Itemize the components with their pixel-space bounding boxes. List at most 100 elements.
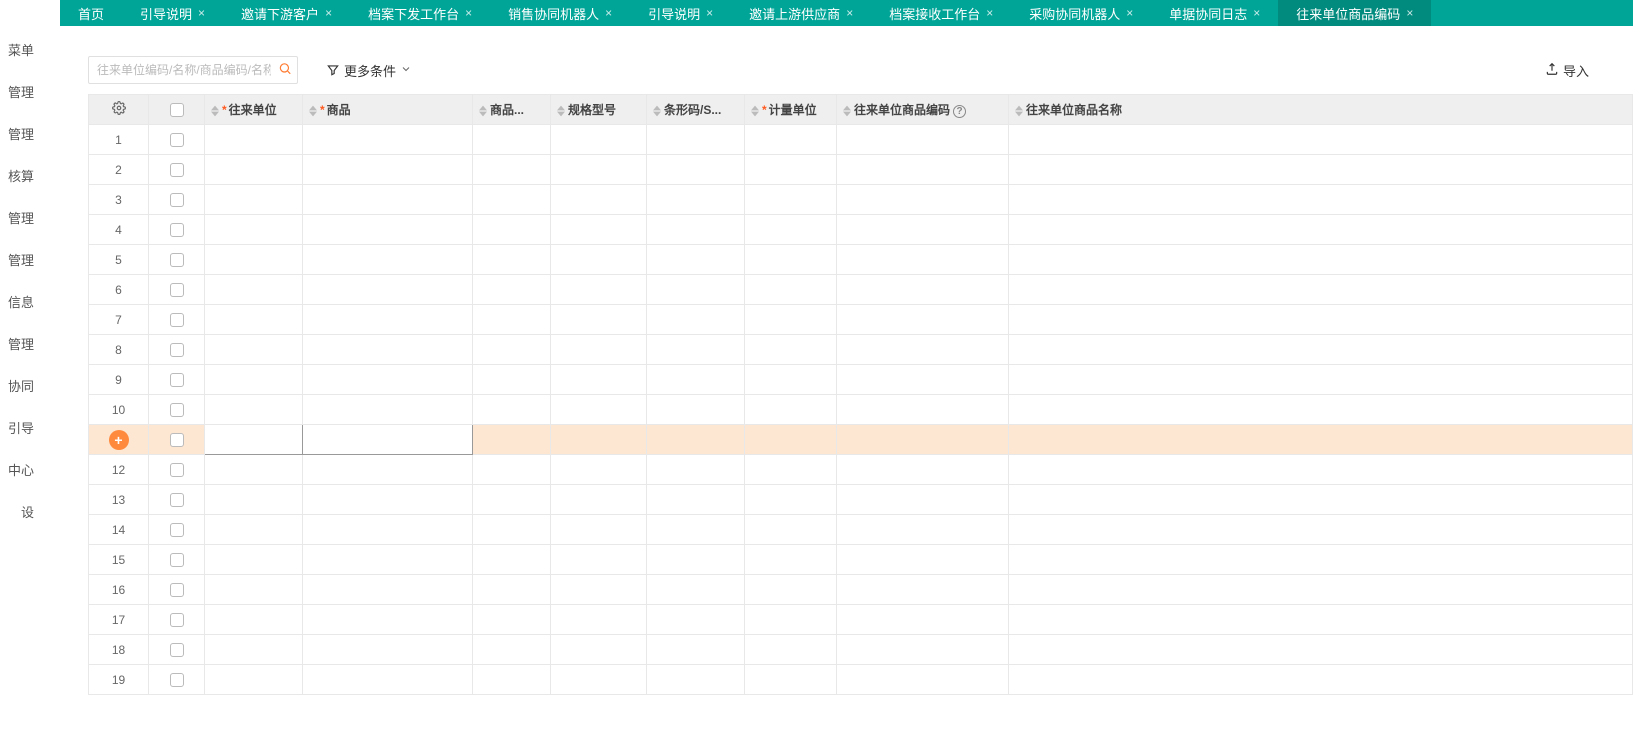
checkbox[interactable] — [170, 283, 184, 297]
sidebar-item-2[interactable]: 管理 — [0, 112, 40, 154]
column-header-unitcode[interactable]: 往来单位商品编码? — [837, 95, 1009, 125]
close-icon[interactable]: × — [846, 6, 853, 20]
sidebar-item-9[interactable]: 引导 — [0, 406, 40, 448]
sort-icon[interactable] — [751, 105, 759, 117]
close-icon[interactable]: × — [465, 6, 472, 20]
tab-0[interactable]: 首页 — [60, 0, 122, 26]
sidebar-item-10[interactable]: 中心 — [0, 448, 40, 490]
sort-icon[interactable] — [1015, 105, 1023, 117]
cell-unitcode — [837, 455, 1009, 485]
checkbox[interactable] — [170, 433, 184, 447]
cell-prodcode — [473, 245, 551, 275]
column-header-spec[interactable]: 规格型号 — [551, 95, 647, 125]
tab-3[interactable]: 档案下发工作台× — [350, 0, 490, 26]
cell-spec — [551, 275, 647, 305]
search-icon[interactable] — [278, 62, 292, 79]
tab-4[interactable]: 销售协同机器人× — [490, 0, 630, 26]
checkbox[interactable] — [170, 553, 184, 567]
add-row-button[interactable]: + — [109, 430, 129, 450]
checkbox[interactable] — [170, 613, 184, 627]
cell-uom — [745, 335, 837, 365]
checkbox[interactable] — [170, 193, 184, 207]
cell-product — [303, 545, 473, 575]
tab-2[interactable]: 邀请下游客户× — [223, 0, 350, 26]
close-icon[interactable]: × — [986, 6, 993, 20]
sort-icon[interactable] — [479, 105, 487, 117]
sort-icon[interactable] — [309, 105, 317, 117]
table-row: 18 — [89, 635, 1633, 665]
search-input[interactable] — [88, 56, 298, 84]
select-all-header[interactable] — [149, 95, 205, 125]
sort-icon[interactable] — [653, 105, 661, 117]
sidebar-item-11[interactable]: 设 — [0, 490, 40, 532]
column-header-unitname[interactable]: 往来单位商品名称 — [1009, 95, 1633, 125]
column-header-product[interactable]: *商品 — [303, 95, 473, 125]
close-icon[interactable]: × — [605, 6, 612, 20]
checkbox[interactable] — [170, 493, 184, 507]
cell-uom — [745, 395, 837, 425]
sidebar-item-0[interactable]: 菜单 — [0, 28, 40, 70]
checkbox[interactable] — [170, 523, 184, 537]
checkbox[interactable] — [170, 673, 184, 687]
checkbox[interactable] — [170, 163, 184, 177]
checkbox[interactable] — [170, 463, 184, 477]
checkbox[interactable] — [170, 133, 184, 147]
tab-label: 引导说明 — [648, 4, 700, 23]
cell-spec — [551, 425, 647, 455]
column-header-barcode[interactable]: 条形码/S... — [647, 95, 745, 125]
column-header-unit[interactable]: *往来单位 — [205, 95, 303, 125]
column-header-uom[interactable]: *计量单位 — [745, 95, 837, 125]
cell-spec — [551, 335, 647, 365]
sidebar-item-6[interactable]: 信息 — [0, 280, 40, 322]
export-button[interactable]: 导入 — [1545, 61, 1605, 80]
cell-unitname — [1009, 515, 1633, 545]
cell-product — [303, 455, 473, 485]
tab-10[interactable]: 往来单位商品编码× — [1278, 0, 1431, 26]
checkbox[interactable] — [170, 223, 184, 237]
settings-column-header[interactable] — [89, 95, 149, 125]
tab-7[interactable]: 档案接收工作台× — [871, 0, 1011, 26]
sidebar-item-4[interactable]: 管理 — [0, 196, 40, 238]
sort-icon[interactable] — [557, 105, 565, 117]
row-checkbox-cell — [149, 365, 205, 395]
close-icon[interactable]: × — [1406, 6, 1413, 20]
help-icon[interactable]: ? — [953, 105, 966, 118]
sidebar-item-8[interactable]: 协同 — [0, 364, 40, 406]
close-icon[interactable]: × — [198, 6, 205, 20]
tab-8[interactable]: 采购协同机器人× — [1011, 0, 1151, 26]
cell-unit[interactable] — [205, 425, 303, 455]
checkbox[interactable] — [170, 373, 184, 387]
checkbox[interactable] — [170, 103, 184, 117]
sidebar-item-1[interactable]: 管理 — [0, 70, 40, 112]
checkbox[interactable] — [170, 643, 184, 657]
checkbox[interactable] — [170, 253, 184, 267]
tab-5[interactable]: 引导说明 × — [630, 0, 731, 26]
tab-6[interactable]: 邀请上游供应商× — [731, 0, 871, 26]
close-icon[interactable]: × — [706, 6, 713, 20]
checkbox[interactable] — [170, 313, 184, 327]
sort-icon[interactable] — [211, 105, 219, 117]
more-conditions-button[interactable]: 更多条件 — [326, 61, 412, 80]
tab-1[interactable]: 引导说明× — [122, 0, 223, 26]
close-icon[interactable]: × — [1253, 6, 1260, 20]
row-index: 9 — [89, 365, 149, 395]
close-icon[interactable]: × — [325, 6, 332, 20]
sidebar-item-3[interactable]: 核算 — [0, 154, 40, 196]
column-label: 计量单位 — [769, 103, 817, 117]
cell-product[interactable] — [303, 425, 473, 455]
cell-unit — [205, 125, 303, 155]
tab-9[interactable]: 单据协同日志× — [1151, 0, 1278, 26]
checkbox[interactable] — [170, 403, 184, 417]
sort-icon[interactable] — [843, 105, 851, 117]
column-header-prodcode[interactable]: 商品... — [473, 95, 551, 125]
sidebar-item-5[interactable]: 管理 — [0, 238, 40, 280]
cell-unit — [205, 575, 303, 605]
close-icon[interactable]: × — [1126, 6, 1133, 20]
checkbox[interactable] — [170, 343, 184, 357]
cell-unitcode — [837, 275, 1009, 305]
sidebar-item-7[interactable]: 管理 — [0, 322, 40, 364]
row-checkbox-cell — [149, 425, 205, 455]
checkbox[interactable] — [170, 583, 184, 597]
row-index: 14 — [89, 515, 149, 545]
cell-barcode — [647, 245, 745, 275]
